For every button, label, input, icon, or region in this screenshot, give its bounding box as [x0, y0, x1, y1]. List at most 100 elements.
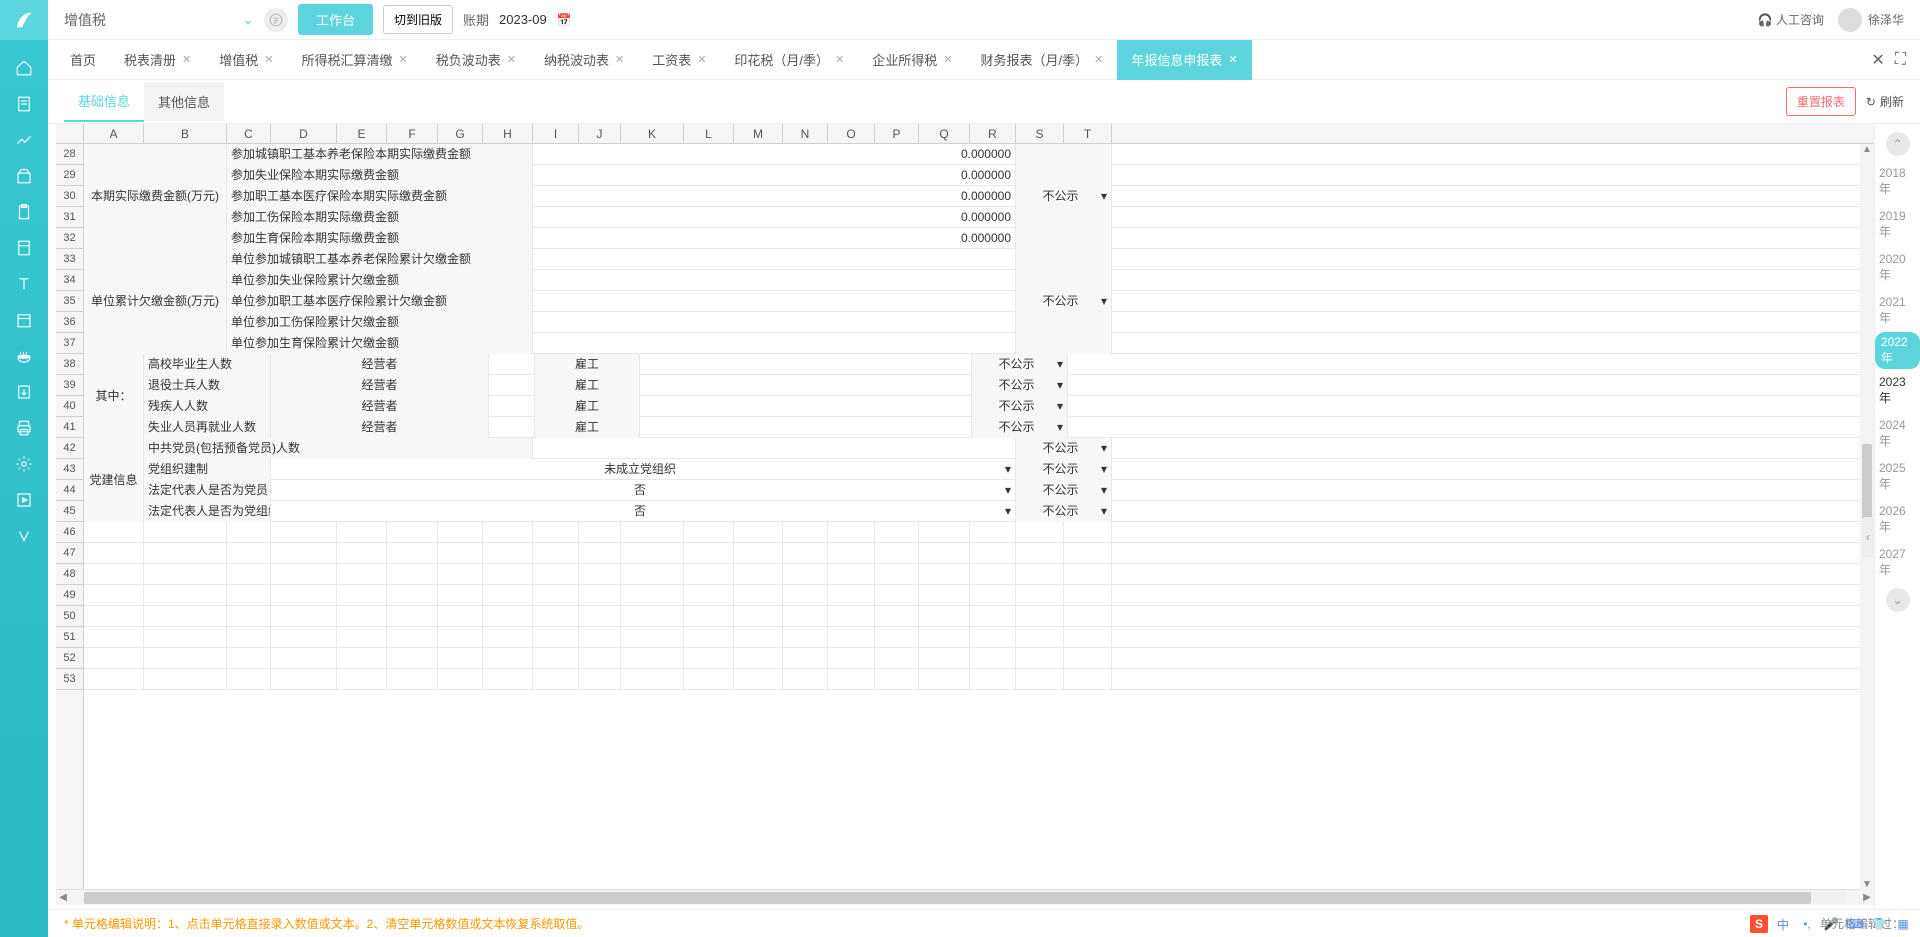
- operator-cell[interactable]: 经营者: [271, 354, 489, 375]
- empty-cell[interactable]: [579, 585, 621, 606]
- col-header-G[interactable]: G: [438, 124, 483, 143]
- row-header-32[interactable]: 32: [56, 228, 83, 249]
- empty-cell[interactable]: [1064, 564, 1112, 585]
- item-label[interactable]: 单位参加职工基本医疗保险累计欠缴金额: [227, 291, 533, 312]
- empty-cell[interactable]: [337, 585, 387, 606]
- empty-cell[interactable]: [734, 627, 783, 648]
- ime-mic-icon[interactable]: 🎤: [1822, 915, 1840, 933]
- empty-cell[interactable]: [337, 543, 387, 564]
- empty-cell[interactable]: [828, 669, 875, 690]
- tab-0[interactable]: 首页: [56, 40, 110, 80]
- empty-cell[interactable]: [337, 669, 387, 690]
- empty-cell[interactable]: [337, 627, 387, 648]
- empty-cell[interactable]: [734, 564, 783, 585]
- year-2025年[interactable]: 2025年: [1875, 455, 1920, 498]
- empty-cell[interactable]: [875, 543, 919, 564]
- employee-cell[interactable]: 雇工: [535, 417, 640, 438]
- col-header-L[interactable]: L: [684, 124, 734, 143]
- empty-cell[interactable]: [144, 564, 227, 585]
- close-icon[interactable]: ✕: [1094, 53, 1103, 66]
- empty-cell[interactable]: [1016, 648, 1064, 669]
- value-cell[interactable]: 0.000000: [533, 207, 1016, 228]
- nav-clipboard-icon[interactable]: [0, 194, 48, 230]
- empty-cell[interactable]: [875, 564, 919, 585]
- empty-cell[interactable]: [828, 543, 875, 564]
- support-link[interactable]: 🎧 人工咨询: [1758, 11, 1824, 28]
- empty-cell[interactable]: [734, 669, 783, 690]
- row-header-29[interactable]: 29: [56, 165, 83, 186]
- col-header-C[interactable]: C: [227, 124, 271, 143]
- dropdown-cell[interactable]: 未成立党组织▾: [271, 459, 1016, 480]
- year-2020年[interactable]: 2020年: [1875, 246, 1920, 289]
- disclose-dropdown[interactable]: 不公示▾: [1016, 501, 1112, 522]
- item-label[interactable]: 参加生育保险本期实际缴费金额: [227, 228, 533, 249]
- empty-cell[interactable]: [144, 543, 227, 564]
- operator-cell[interactable]: 经营者: [271, 396, 489, 417]
- empty-cell[interactable]: [684, 669, 734, 690]
- empty-cell[interactable]: [227, 627, 271, 648]
- item-label[interactable]: 参加失业保险本期实际缴费金额: [227, 165, 533, 186]
- empty-cell[interactable]: [337, 564, 387, 585]
- empty-cell[interactable]: [84, 606, 144, 627]
- ime-skin-icon[interactable]: 👕: [1870, 915, 1888, 933]
- row-header-28[interactable]: 28: [56, 144, 83, 165]
- empty-cell[interactable]: [387, 606, 438, 627]
- value-cell[interactable]: [533, 333, 1016, 354]
- item-label[interactable]: 党组织建制: [144, 459, 271, 480]
- section-label[interactable]: 单位累计欠缴金额(万元): [84, 249, 227, 354]
- reset-report-button[interactable]: 重置报表: [1786, 87, 1856, 116]
- ime-tool-icon[interactable]: ▦: [1894, 915, 1912, 933]
- empty-cell[interactable]: [783, 669, 828, 690]
- empty-cell[interactable]: [1064, 522, 1112, 543]
- value-cell[interactable]: [640, 354, 972, 375]
- empty-cell[interactable]: [970, 585, 1016, 606]
- empty-cell[interactable]: [828, 606, 875, 627]
- horizontal-scrollbar[interactable]: ◀ ▶: [56, 889, 1874, 905]
- empty-cell[interactable]: [621, 627, 684, 648]
- empty-cell[interactable]: [919, 564, 970, 585]
- nav-chart-icon[interactable]: [0, 122, 48, 158]
- empty-cell[interactable]: [438, 648, 483, 669]
- year-2027年[interactable]: 2027年: [1875, 541, 1920, 584]
- item-label[interactable]: 单位参加城镇职工基本养老保险累计欠缴金额: [227, 249, 533, 270]
- empty-cell[interactable]: [579, 522, 621, 543]
- year-2019年[interactable]: 2019年: [1875, 203, 1920, 246]
- row-header-53[interactable]: 53: [56, 669, 83, 690]
- value-cell[interactable]: 0.000000: [533, 186, 1016, 207]
- empty-cell[interactable]: [783, 564, 828, 585]
- empty-cell[interactable]: [483, 648, 533, 669]
- row-header-30[interactable]: 30: [56, 186, 83, 207]
- empty-cell[interactable]: [387, 627, 438, 648]
- disclose-dropdown[interactable]: 不公示▾: [1016, 438, 1112, 459]
- value-cell[interactable]: [489, 354, 535, 375]
- empty-cell[interactable]: [533, 564, 579, 585]
- empty-cell[interactable]: [84, 669, 144, 690]
- col-header-D[interactable]: D: [271, 124, 337, 143]
- scroll-down-arrow[interactable]: ▼: [1860, 879, 1874, 893]
- empty-cell[interactable]: [875, 669, 919, 690]
- empty-cell[interactable]: [387, 669, 438, 690]
- item-label[interactable]: 失业人员再就业人数: [144, 417, 271, 438]
- empty-cell[interactable]: [828, 585, 875, 606]
- close-icon[interactable]: ✕: [1228, 53, 1237, 66]
- tab-2[interactable]: 增值税✕: [205, 40, 287, 80]
- empty-cell[interactable]: [1064, 627, 1112, 648]
- year-2021年[interactable]: 2021年: [1875, 289, 1920, 332]
- empty-cell[interactable]: [1016, 543, 1064, 564]
- empty-cell[interactable]: [919, 669, 970, 690]
- employee-cell[interactable]: 雇工: [535, 396, 640, 417]
- empty-cell[interactable]: [227, 606, 271, 627]
- scroll-right-arrow[interactable]: ▶: [1860, 892, 1874, 903]
- empty-cell[interactable]: [783, 648, 828, 669]
- value-cell[interactable]: [533, 312, 1016, 333]
- row-header-46[interactable]: 46: [56, 522, 83, 543]
- section-label[interactable]: 其中：: [84, 354, 144, 438]
- close-icon[interactable]: ✕: [399, 53, 408, 66]
- row-header-52[interactable]: 52: [56, 648, 83, 669]
- empty-cell[interactable]: [271, 606, 337, 627]
- empty-cell[interactable]: [227, 648, 271, 669]
- disclose-dropdown[interactable]: 不公示▾: [972, 396, 1068, 417]
- disclose-dropdown[interactable]: 不公示▾: [972, 375, 1068, 396]
- empty-cell[interactable]: [483, 543, 533, 564]
- tab-5[interactable]: 纳税波动表✕: [530, 40, 638, 80]
